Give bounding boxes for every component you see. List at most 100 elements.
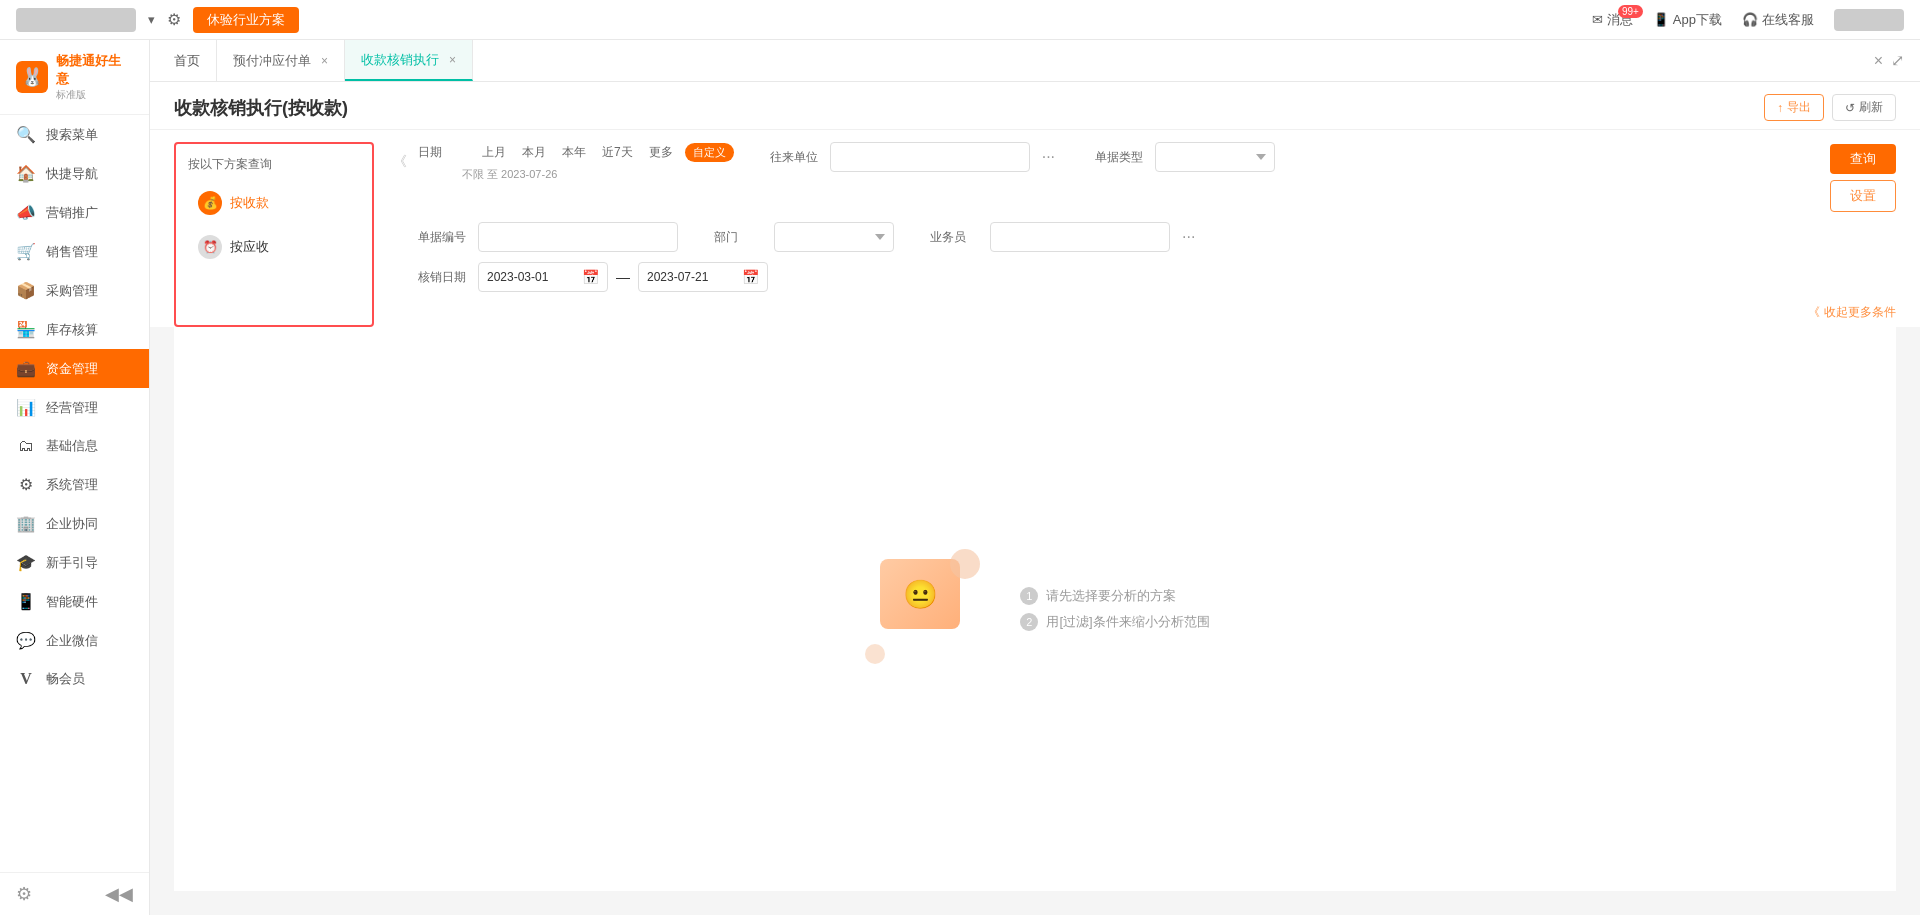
- by-receivable-label: 按应收: [230, 238, 269, 256]
- sidebar-item-purchase[interactable]: 📦 采购管理: [0, 271, 149, 310]
- empty-face-icon: 😐: [903, 578, 938, 611]
- more-conditions-row: 《 收起更多条件: [418, 298, 1896, 327]
- verify-date-end-input[interactable]: 2023-07-21 📅: [638, 262, 768, 292]
- sidebar-item-system[interactable]: ⚙ 系统管理: [0, 465, 149, 504]
- dept-label: 部门: [714, 229, 766, 246]
- sidebar-item-marketing[interactable]: 📣 营销推广: [0, 193, 149, 232]
- empty-tip-2: 2 用[过滤]条件来缩小分析范围: [1020, 613, 1209, 631]
- filter-option-by-receivable[interactable]: ⏰ 按应收: [188, 227, 360, 267]
- counterpart-input[interactable]: [830, 142, 1030, 172]
- sidebar-item-finance[interactable]: 💼 资金管理: [0, 349, 149, 388]
- app-download-button[interactable]: 📱 App下载: [1653, 11, 1722, 29]
- staff-label: 业务员: [930, 229, 982, 246]
- finance-icon: 💼: [16, 359, 36, 378]
- tab-close-all-icon[interactable]: ×: [1874, 52, 1883, 70]
- basic-icon: 🗂: [16, 437, 36, 455]
- refresh-button[interactable]: ↺ 刷新: [1832, 94, 1896, 121]
- sidebar-label-marketing: 营销推广: [46, 204, 98, 222]
- tab-home[interactable]: 首页: [158, 40, 217, 81]
- query-button[interactable]: 查询: [1830, 144, 1896, 174]
- enterprise-icon: 🏢: [16, 514, 36, 533]
- sidebar-item-shortcut[interactable]: 🏠 快捷导航: [0, 154, 149, 193]
- staff-more-icon[interactable]: ···: [1178, 228, 1199, 246]
- sidebar-item-search[interactable]: 🔍 搜索菜单: [0, 115, 149, 154]
- system-icon: ⚙: [16, 475, 36, 494]
- sidebar-item-hardware[interactable]: 📱 智能硬件: [0, 582, 149, 621]
- empty-box: 😐: [880, 559, 960, 629]
- empty-tip-1: 1 请先选择要分析的方案: [1020, 587, 1176, 605]
- date-opt-this-month[interactable]: 本月: [518, 142, 550, 163]
- sidebar: 🐰 畅捷通好生意 标准版 🔍 搜索菜单 🏠 快捷导航 📣 营销推广 🛒 销售管理: [0, 40, 150, 915]
- verify-end-text: 2023-07-21: [647, 270, 736, 284]
- header-right: ✉ 消息 99+ 📱 App下载 🎧 在线客服: [1592, 9, 1904, 31]
- refresh-icon: ↺: [1845, 101, 1855, 115]
- setting-button[interactable]: 设置: [1830, 180, 1896, 212]
- sidebar-label-purchase: 采购管理: [46, 282, 98, 300]
- tab-prepay[interactable]: 预付冲应付单 ×: [217, 40, 345, 81]
- inventory-icon: 🏪: [16, 320, 36, 339]
- sidebar-item-basic[interactable]: 🗂 基础信息: [0, 427, 149, 465]
- search-icon: 🔍: [16, 125, 36, 144]
- doc-no-label: 单据编号: [418, 229, 470, 246]
- logo-icon: 🐰: [16, 61, 48, 93]
- verify-date-start-input[interactable]: 2023-03-01 📅: [478, 262, 608, 292]
- export-button[interactable]: ↑ 导出: [1764, 94, 1824, 121]
- tab-expand-icon[interactable]: ⤢: [1891, 51, 1904, 70]
- filter-option-by-collection[interactable]: 💰 按收款: [188, 183, 360, 223]
- empty-state: 😐 1 请先选择要分析的方案 2 用[过滤]条件来缩小分析范围: [174, 327, 1896, 891]
- collapse-left-panel-button[interactable]: 《: [390, 142, 410, 182]
- date-opt-this-year[interactable]: 本年: [558, 142, 590, 163]
- user-avatar[interactable]: [1834, 9, 1904, 31]
- collapse-more-icon: 《: [1808, 304, 1820, 321]
- by-collection-label: 按收款: [230, 194, 269, 212]
- industry-solution-button[interactable]: 休验行业方案: [193, 7, 299, 33]
- sidebar-item-member[interactable]: V 畅会员: [0, 660, 149, 698]
- tip-2-text: 用[过滤]条件来缩小分析范围: [1046, 613, 1209, 631]
- sidebar-label-inventory: 库存核算: [46, 321, 98, 339]
- counterpart-more-icon[interactable]: ···: [1038, 148, 1059, 166]
- dept-select[interactable]: [774, 222, 894, 252]
- logo-sub: 标准版: [56, 88, 133, 102]
- tabs: 首页 预付冲应付单 × 收款核销执行 ×: [158, 40, 473, 81]
- collapse-more-label: 收起更多条件: [1824, 304, 1896, 321]
- form-actions: 查询 设置: [1822, 142, 1896, 212]
- filter-right-form: 日期 上月 本月 本年 近7天 更多 自定义: [418, 142, 1896, 327]
- sidebar-item-inventory[interactable]: 🏪 库存核算: [0, 310, 149, 349]
- collapse-sidebar-icon[interactable]: ◀◀: [105, 883, 133, 905]
- message-button[interactable]: ✉ 消息 99+: [1592, 11, 1633, 29]
- message-icon: ✉: [1592, 12, 1603, 27]
- date-opt-custom[interactable]: 自定义: [685, 143, 734, 162]
- sidebar-item-enterprise[interactable]: 🏢 企业协同: [0, 504, 149, 543]
- date-separator: —: [616, 269, 630, 285]
- date-opt-last-month[interactable]: 上月: [478, 142, 510, 163]
- filter-left-panel: 按以下方案查询 💰 按收款 ⏰ 按应收: [174, 142, 374, 327]
- date-opt-more[interactable]: 更多: [645, 142, 677, 163]
- settings-footer-icon[interactable]: ⚙: [16, 883, 32, 905]
- tab-prepay-close-icon[interactable]: ×: [321, 54, 328, 68]
- collapse-more-button[interactable]: 《 收起更多条件: [1808, 304, 1896, 321]
- sidebar-item-sales[interactable]: 🛒 销售管理: [0, 232, 149, 271]
- sidebar-label-operations: 经营管理: [46, 399, 98, 417]
- tip-1-num: 1: [1020, 587, 1038, 605]
- date-no-limit-text: 不限 至 2023-07-26: [462, 167, 557, 182]
- tab-current-close-icon[interactable]: ×: [449, 53, 456, 67]
- doc-type-select[interactable]: [1155, 142, 1275, 172]
- tab-current[interactable]: 收款核销执行 ×: [345, 40, 473, 81]
- empty-tips: 1 请先选择要分析的方案 2 用[过滤]条件来缩小分析范围: [1020, 587, 1209, 631]
- dropdown-arrow-icon[interactable]: ▾: [148, 12, 155, 27]
- online-service-button[interactable]: 🎧 在线客服: [1742, 11, 1814, 29]
- service-icon: 🎧: [1742, 12, 1758, 27]
- sidebar-item-wechat[interactable]: 💬 企业微信: [0, 621, 149, 660]
- sidebar-label-sales: 销售管理: [46, 243, 98, 261]
- settings-icon[interactable]: ⚙: [167, 10, 181, 29]
- date-opt-7days[interactable]: 近7天: [598, 142, 637, 163]
- sidebar-item-operations[interactable]: 📊 经营管理: [0, 388, 149, 427]
- brand-logo: [16, 8, 136, 32]
- verify-start-calendar-icon[interactable]: 📅: [582, 269, 599, 285]
- doc-no-input[interactable]: [478, 222, 678, 252]
- sidebar-logo: 🐰 畅捷通好生意 标准版: [0, 40, 149, 115]
- sidebar-item-guide[interactable]: 🎓 新手引导: [0, 543, 149, 582]
- sidebar-label-basic: 基础信息: [46, 437, 98, 455]
- staff-input[interactable]: [990, 222, 1170, 252]
- verify-end-calendar-icon[interactable]: 📅: [742, 269, 759, 285]
